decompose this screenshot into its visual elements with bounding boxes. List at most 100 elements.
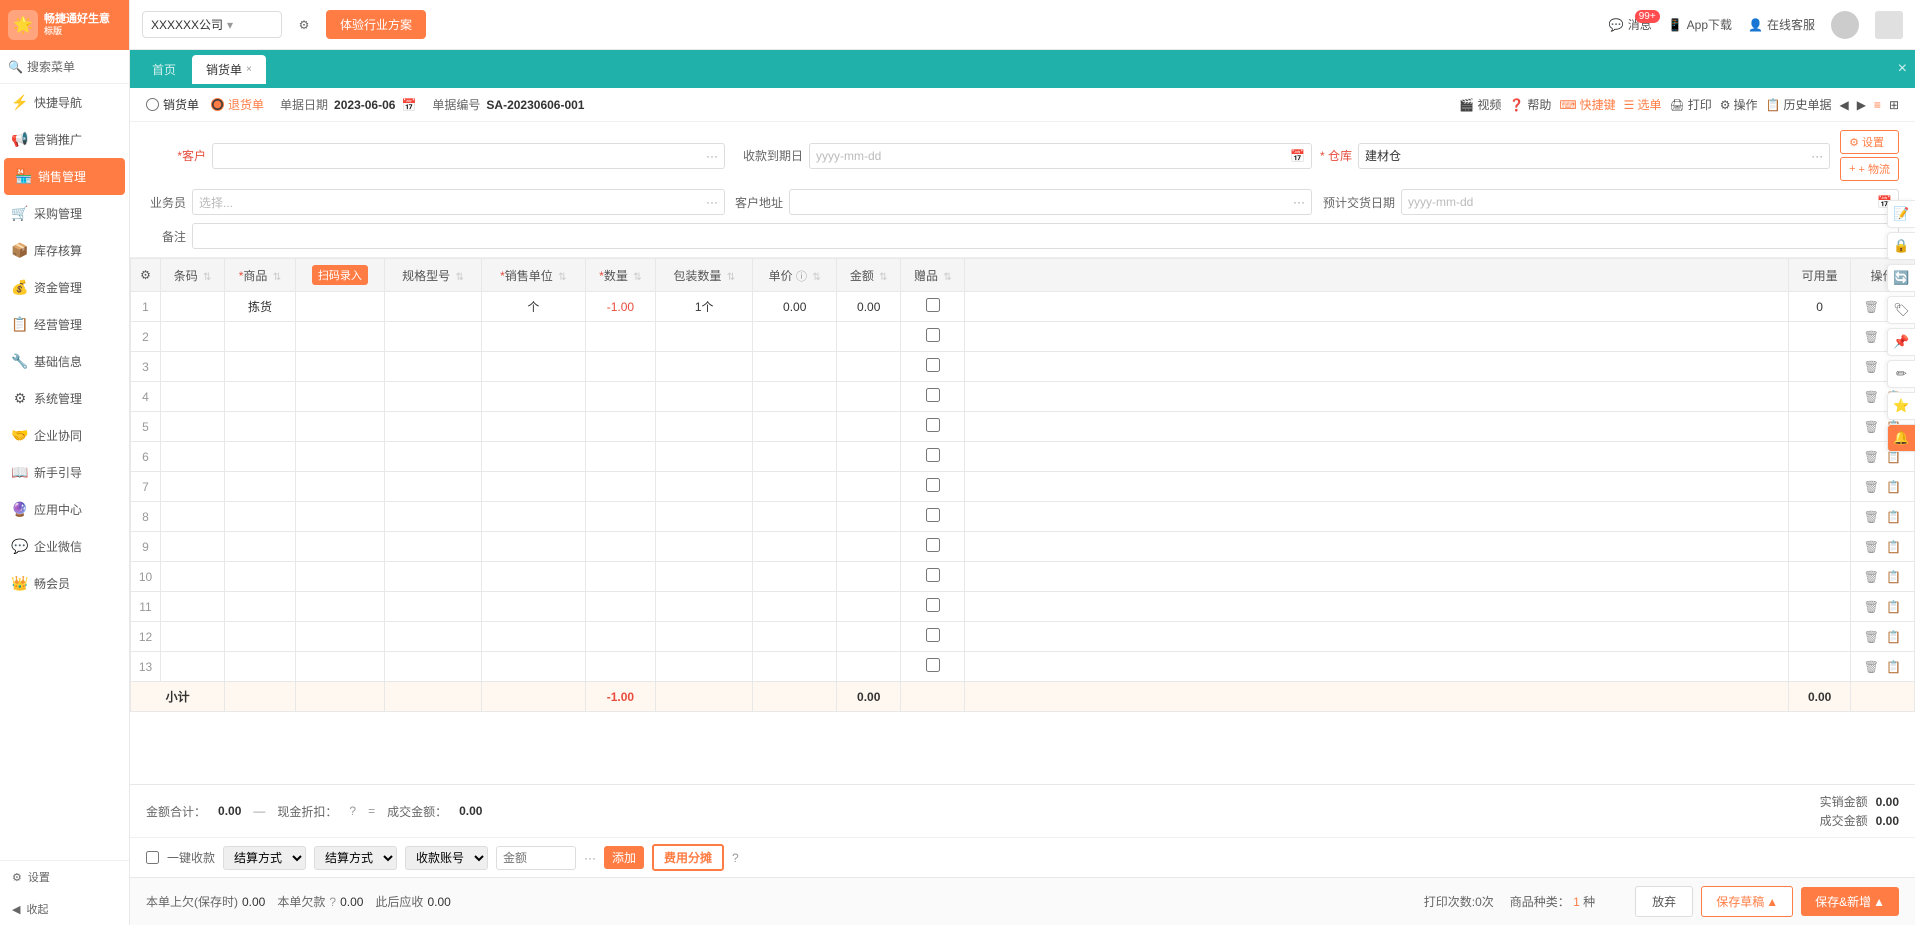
cell-pkg-qty[interactable]	[656, 502, 753, 532]
cell-product[interactable]	[225, 412, 296, 442]
cell-price[interactable]	[753, 442, 837, 472]
settlement-select[interactable]: 结算方式	[223, 846, 306, 870]
cell-amount[interactable]	[837, 532, 901, 562]
cell-gift[interactable]	[901, 532, 965, 562]
cell-amount[interactable]	[837, 502, 901, 532]
discount-help-icon[interactable]: ?	[349, 804, 356, 818]
delete-icon[interactable]: 🗑	[1864, 600, 1879, 614]
cell-price[interactable]	[753, 352, 837, 382]
sidebar-settings[interactable]: ⚙ 设置	[0, 861, 129, 893]
message-btn[interactable]: 💬 消息 99+	[1609, 16, 1652, 33]
cell-amount[interactable]: 0.00	[837, 292, 901, 322]
sidebar-item-8[interactable]: ⚙系统管理	[0, 380, 129, 417]
app-download-btn[interactable]: 📱 App下载	[1668, 16, 1732, 33]
cell-price[interactable]	[753, 322, 837, 352]
copy-icon[interactable]: 📋	[1886, 480, 1901, 494]
cell-pkg-qty[interactable]	[656, 442, 753, 472]
addr-dots[interactable]: ···	[1293, 195, 1305, 209]
cell-unit[interactable]	[482, 592, 586, 622]
customer-input[interactable]: ···	[212, 143, 725, 169]
calendar-icon[interactable]: 📅	[401, 98, 416, 112]
cell-pkg-qty[interactable]	[656, 592, 753, 622]
sidebar-item-12[interactable]: 💬企业微信	[0, 528, 129, 565]
cell-price[interactable]	[753, 562, 837, 592]
copy-icon[interactable]: 📋	[1886, 660, 1901, 674]
cell-product[interactable]	[225, 622, 296, 652]
delete-icon[interactable]: 🗑	[1864, 330, 1879, 344]
copy-icon[interactable]: 📋	[1886, 570, 1901, 584]
salesperson-input[interactable]: 选择... ···	[192, 189, 725, 215]
delete-icon[interactable]: 🗑	[1864, 390, 1879, 404]
cell-barcode[interactable]	[161, 412, 225, 442]
online-service-btn[interactable]: 👤 在线客服	[1748, 16, 1815, 33]
cell-spec[interactable]	[384, 562, 481, 592]
scan-btn[interactable]: 扫码录入	[312, 265, 368, 285]
delete-icon[interactable]: 🗑	[1864, 630, 1879, 644]
cell-gift[interactable]	[901, 472, 965, 502]
receipt-date-input[interactable]: yyyy-mm-dd 📅	[809, 143, 1312, 169]
sidebar-item-10[interactable]: 📖新手引导	[0, 454, 129, 491]
cell-qty[interactable]	[585, 322, 656, 352]
sidebar-item-3[interactable]: 🛒采购管理	[0, 195, 129, 232]
customer-addr-input[interactable]: ···	[789, 189, 1312, 215]
cell-product[interactable]	[225, 442, 296, 472]
nav-next-btn[interactable]: ▶	[1857, 98, 1866, 112]
cell-price[interactable]	[753, 412, 837, 442]
search-menu[interactable]: 🔍 搜索菜单	[0, 50, 129, 84]
cell-qty[interactable]	[585, 382, 656, 412]
cell-barcode[interactable]	[161, 502, 225, 532]
cell-amount[interactable]	[837, 412, 901, 442]
cell-pkg-qty[interactable]	[656, 352, 753, 382]
cell-pkg-qty[interactable]	[656, 562, 753, 592]
cell-spec[interactable]	[384, 352, 481, 382]
cell-qty[interactable]	[585, 472, 656, 502]
cell-unit[interactable]	[482, 532, 586, 562]
sidebar-item-5[interactable]: 💰资金管理	[0, 269, 129, 306]
float-star-btn[interactable]: ⭐	[1887, 392, 1915, 420]
copy-icon[interactable]: 📋	[1886, 510, 1901, 524]
sidebar-item-4[interactable]: 📦库存核算	[0, 232, 129, 269]
cell-amount[interactable]	[837, 442, 901, 472]
warehouse-dots[interactable]: ···	[1811, 149, 1823, 163]
select-link[interactable]: ☰ 选单	[1624, 96, 1662, 113]
cell-price[interactable]	[753, 382, 837, 412]
warehouse-input[interactable]: 建材仓 ···	[1358, 143, 1830, 169]
shortcut-link[interactable]: ⌨ 快捷键	[1559, 96, 1615, 113]
cell-product[interactable]	[225, 322, 296, 352]
cell-barcode[interactable]	[161, 532, 225, 562]
cell-qty[interactable]	[585, 562, 656, 592]
sidebar-item-2[interactable]: 🏪销售管理	[4, 158, 125, 195]
cell-barcode[interactable]	[161, 292, 225, 322]
add-btn[interactable]: 添加	[604, 846, 644, 869]
abandon-btn[interactable]: 放弃	[1635, 886, 1693, 917]
cell-price[interactable]	[753, 622, 837, 652]
sidebar-item-0[interactable]: ⚡快捷导航	[0, 84, 129, 121]
copy-icon[interactable]: 📋	[1886, 630, 1901, 644]
cell-barcode[interactable]	[161, 352, 225, 382]
cell-barcode[interactable]	[161, 592, 225, 622]
sidebar-item-9[interactable]: 🤝企业协同	[0, 417, 129, 454]
one-click-payment-checkbox[interactable]	[146, 851, 159, 864]
cell-spec[interactable]	[384, 442, 481, 472]
cell-product[interactable]	[225, 472, 296, 502]
cell-gift[interactable]	[901, 442, 965, 472]
cell-qty[interactable]	[585, 592, 656, 622]
cell-pkg-qty[interactable]	[656, 382, 753, 412]
copy-icon[interactable]: 📋	[1886, 540, 1901, 554]
cell-gift[interactable]	[901, 502, 965, 532]
cell-unit[interactable]: 个	[482, 292, 586, 322]
expense-help-icon[interactable]: ?	[732, 851, 739, 865]
video-link[interactable]: 🎬 视频	[1459, 96, 1501, 113]
save-new-btn[interactable]: 保存&新增 ▲	[1801, 887, 1899, 916]
float-refresh-btn[interactable]: 🔄	[1887, 264, 1915, 292]
cell-pkg-qty[interactable]	[656, 622, 753, 652]
cell-spec[interactable]	[384, 472, 481, 502]
sidebar-item-7[interactable]: 🔧基础信息	[0, 343, 129, 380]
operation-link[interactable]: ⚙ 操作	[1720, 96, 1758, 113]
cell-spec[interactable]	[384, 382, 481, 412]
delete-icon[interactable]: 🗑	[1864, 480, 1879, 494]
float-lock-btn[interactable]: 🔒	[1887, 232, 1915, 260]
sidebar-item-1[interactable]: 📢营销推广	[0, 121, 129, 158]
delete-icon[interactable]: 🗑	[1864, 540, 1879, 554]
cell-product[interactable]	[225, 382, 296, 412]
